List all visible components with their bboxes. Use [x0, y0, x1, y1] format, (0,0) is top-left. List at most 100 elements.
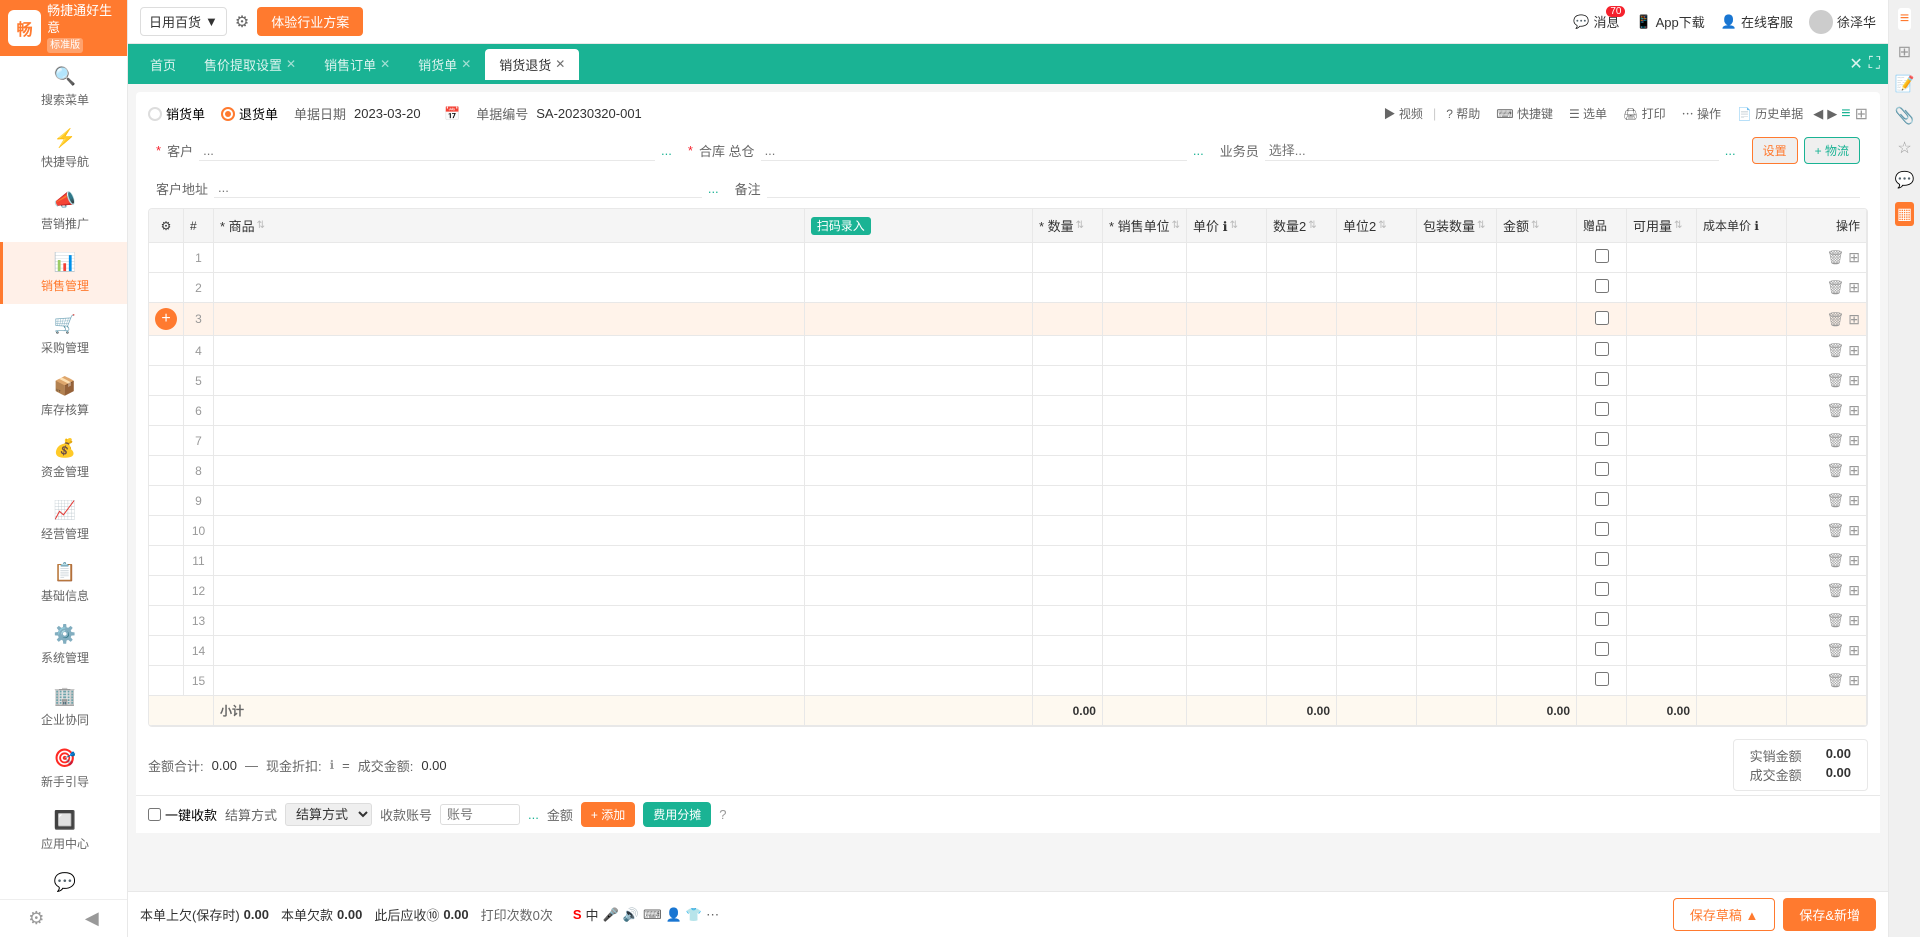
row-unit2-cell[interactable] — [1337, 456, 1417, 486]
video-btn[interactable]: ▶ 视频 — [1378, 102, 1429, 125]
right-star-icon[interactable]: ☆ — [1897, 138, 1911, 158]
row-goods-cell[interactable] — [214, 426, 805, 456]
delete-icon[interactable]: 🗑 — [1826, 672, 1844, 689]
row-unit2-cell[interactable] — [1337, 303, 1417, 336]
pkg-sort-icon[interactable]: ⇅ — [1477, 220, 1485, 231]
account-dots-btn[interactable]: ... — [528, 807, 539, 822]
warehouse-input[interactable] — [761, 141, 1187, 161]
sidebar-item-inventory[interactable]: 📦 库存核算 — [0, 366, 127, 428]
tab-home[interactable]: 首页 — [136, 49, 190, 80]
th-scan[interactable]: 扫码录入 — [804, 209, 1032, 243]
select-order-btn[interactable]: ☰ 选单 — [1563, 102, 1613, 125]
row-qty2-cell[interactable] — [1267, 396, 1337, 426]
calendar-icon[interactable]: 📅 — [444, 106, 460, 122]
row-qty-cell[interactable] — [1032, 243, 1102, 273]
qty-sort-icon[interactable]: ⇅ — [1076, 220, 1084, 231]
next-icon[interactable]: ▶ — [1827, 106, 1837, 122]
delete-icon[interactable]: 🗑 — [1826, 342, 1844, 359]
gift-checkbox[interactable] — [1595, 552, 1609, 566]
one-click-checkbox[interactable]: 一键收款 — [148, 805, 217, 824]
sidebar-item-finance[interactable]: 💰 资金管理 — [0, 428, 127, 490]
row-gift-cell[interactable] — [1577, 273, 1627, 303]
sidebar-collapse-btn[interactable]: ◀ — [85, 908, 99, 929]
gift-checkbox[interactable] — [1595, 492, 1609, 506]
operation-btn[interactable]: ⋯ 操作 — [1676, 102, 1727, 125]
goods-input[interactable] — [220, 312, 798, 327]
gift-checkbox[interactable] — [1595, 612, 1609, 626]
row-qty2-cell[interactable] — [1267, 486, 1337, 516]
row-unit-cell[interactable] — [1102, 666, 1186, 696]
row-qty-cell[interactable] — [1032, 576, 1102, 606]
row-goods-cell[interactable] — [214, 636, 805, 666]
gift-checkbox[interactable] — [1595, 279, 1609, 293]
settle-method-select[interactable]: 结算方式 — [285, 803, 372, 826]
prev-icon[interactable]: ◀ — [1813, 106, 1823, 122]
row-pkg-cell[interactable] — [1417, 516, 1497, 546]
th-settings[interactable]: ⚙ — [149, 209, 184, 243]
delete-icon[interactable]: 🗑 — [1826, 462, 1844, 479]
row-unit-cell[interactable] — [1102, 426, 1186, 456]
price-sort-icon[interactable]: ⇅ — [1230, 220, 1238, 231]
row-price-cell[interactable] — [1187, 636, 1267, 666]
sidebar-item-wechat[interactable]: 💬 企业微信 — [0, 862, 127, 899]
row-price-cell[interactable] — [1187, 576, 1267, 606]
row-goods-cell[interactable] — [214, 486, 805, 516]
sidebar-item-purchase[interactable]: 🛒 采购管理 — [0, 304, 127, 366]
gift-checkbox[interactable] — [1595, 432, 1609, 446]
row-price-cell[interactable] — [1187, 486, 1267, 516]
row-qty2-cell[interactable] — [1267, 636, 1337, 666]
right-chat-icon[interactable]: 💬 — [1895, 170, 1915, 190]
delete-icon[interactable]: 🗑 — [1826, 279, 1844, 296]
row-price-cell[interactable] — [1187, 666, 1267, 696]
row-unit-cell[interactable] — [1102, 606, 1186, 636]
radio-return[interactable]: 退货单 — [221, 104, 278, 123]
row-qty-cell[interactable] — [1032, 426, 1102, 456]
row-price-cell[interactable] — [1187, 606, 1267, 636]
trial-button[interactable]: 体验行业方案 — [257, 7, 363, 36]
row-pkg-cell[interactable] — [1417, 303, 1497, 336]
right-list-view-icon[interactable]: ≡ — [1898, 8, 1911, 30]
mic-icon[interactable]: 🎤 — [603, 907, 619, 923]
user-menu-button[interactable]: 徐泽华 — [1809, 10, 1876, 34]
copy-icon[interactable]: ⊞ — [1848, 279, 1860, 296]
row-unit2-cell[interactable] — [1337, 546, 1417, 576]
row-qty2-cell[interactable] — [1267, 303, 1337, 336]
row-unit-cell[interactable] — [1102, 486, 1186, 516]
copy-icon[interactable]: ⊞ — [1848, 432, 1860, 449]
row-gift-cell[interactable] — [1577, 516, 1627, 546]
delete-icon[interactable]: 🗑 — [1826, 582, 1844, 599]
row-unit-cell[interactable] — [1102, 243, 1186, 273]
row-qty-cell[interactable] — [1032, 456, 1102, 486]
address-select-btn[interactable]: ... — [708, 181, 719, 196]
chevron-up-icon[interactable]: ▲ — [1745, 908, 1758, 923]
row-gift-cell[interactable] — [1577, 606, 1627, 636]
gift-checkbox[interactable] — [1595, 249, 1609, 263]
right-attachment-icon[interactable]: 📎 — [1895, 106, 1915, 126]
row-pkg-cell[interactable] — [1417, 486, 1497, 516]
row-unit-cell[interactable] — [1102, 456, 1186, 486]
row-qty2-cell[interactable] — [1267, 426, 1337, 456]
row-qty-cell[interactable] — [1032, 666, 1102, 696]
row-price-cell[interactable] — [1187, 516, 1267, 546]
row-unit2-cell[interactable] — [1337, 426, 1417, 456]
account-input[interactable] — [440, 804, 520, 825]
delete-icon[interactable]: 🗑 — [1826, 492, 1844, 509]
row-unit-cell[interactable] — [1102, 516, 1186, 546]
tab-price-settings[interactable]: 售价提取设置 ✕ — [190, 49, 310, 80]
logistics-button[interactable]: + 物流 — [1804, 137, 1860, 164]
row-qty2-cell[interactable] — [1267, 456, 1337, 486]
close-all-tabs-button[interactable]: ✕ — [1849, 54, 1862, 74]
row-unit2-cell[interactable] — [1337, 273, 1417, 303]
keyboard-icon[interactable]: ⌨ — [643, 907, 662, 923]
row-gift-cell[interactable] — [1577, 366, 1627, 396]
row-unit2-cell[interactable] — [1337, 366, 1417, 396]
goods-sort-icon[interactable]: ⇅ — [257, 220, 265, 231]
tab-sales-delivery-close[interactable]: ✕ — [461, 57, 471, 71]
row-gift-cell[interactable] — [1577, 426, 1627, 456]
row-qty-cell[interactable] — [1032, 336, 1102, 366]
sidebar-item-system[interactable]: ⚙️ 系统管理 — [0, 614, 127, 676]
row-qty-cell[interactable] — [1032, 273, 1102, 303]
row-qty2-cell[interactable] — [1267, 546, 1337, 576]
one-click-input[interactable] — [148, 808, 161, 821]
row-goods-cell[interactable] — [214, 366, 805, 396]
